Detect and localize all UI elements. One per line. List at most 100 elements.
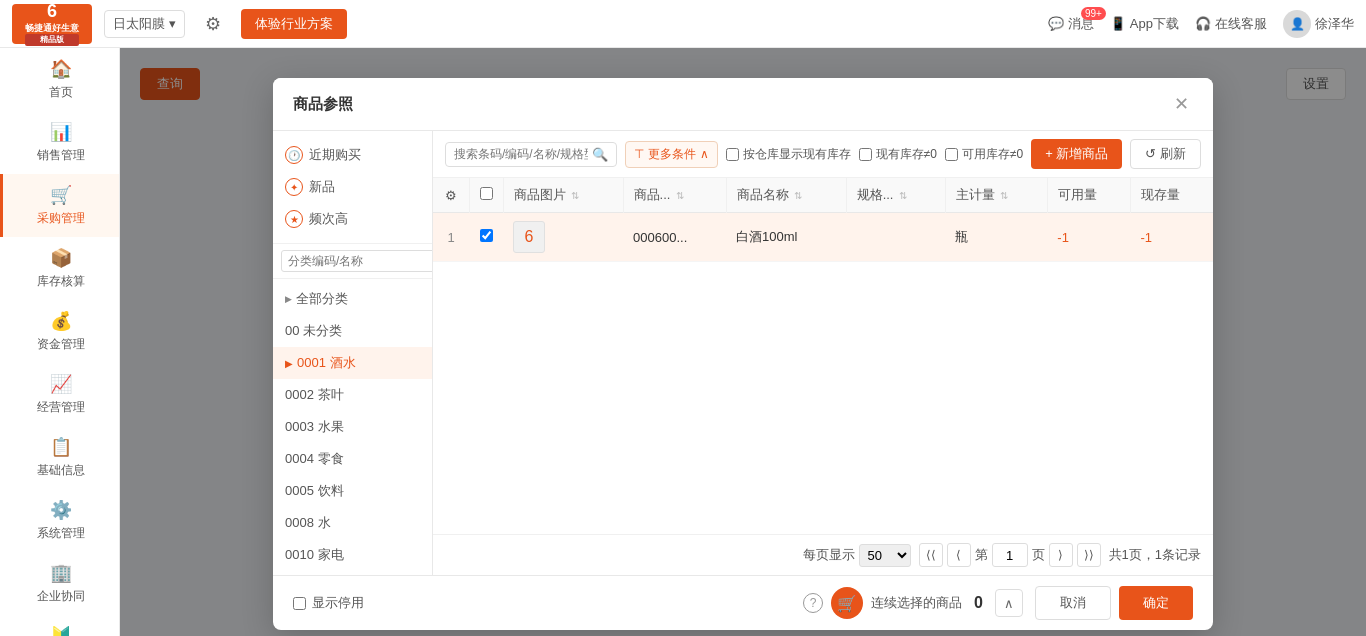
confirm-button[interactable]: 确定	[1119, 586, 1193, 620]
messages-nav-item[interactable]: 💬 消息 99+	[1048, 15, 1094, 33]
category-label-0001: 0001 酒水	[297, 354, 356, 372]
category-item-00[interactable]: 00 未分类	[273, 315, 432, 347]
phone-icon: 📱	[1110, 16, 1126, 31]
page-size-label: 每页显示	[803, 546, 855, 564]
sidebar-label-system: 系统管理	[37, 525, 85, 542]
sales-icon: 📊	[50, 121, 72, 143]
category-label-0002: 0002 茶叶	[285, 386, 344, 404]
quick-item-frequent[interactable]: ★ 频次高	[273, 203, 432, 235]
category-panel: 🕐 近期购买 ✦ 新品 ★ 频次高	[273, 131, 433, 575]
th-unit: 主计量 ⇅	[945, 178, 1047, 213]
warehouse-checkbox[interactable]	[726, 148, 739, 161]
current-stock-checkbox[interactable]	[859, 148, 872, 161]
collapse-button[interactable]: ∧	[995, 589, 1023, 617]
available-stock-filter[interactable]: 可用库存≠0	[945, 146, 1023, 163]
product-panel: 🔍 ⊤ 更多条件 ∧ 按仓库显示现有库存	[433, 131, 1213, 575]
page-size-dropdown[interactable]: 50 100 200	[859, 544, 911, 567]
category-item-all[interactable]: ▶ 全部分类	[273, 283, 432, 315]
category-item-0003[interactable]: 0003 水果	[273, 411, 432, 443]
filter-more-button[interactable]: ⊤ 更多条件 ∧	[625, 141, 718, 168]
table-row[interactable]: 1 6	[433, 213, 1213, 262]
th-image: 商品图片 ⇅	[503, 178, 623, 213]
sidebar-item-purchase[interactable]: 🛒 采购管理	[0, 174, 119, 237]
refresh-button[interactable]: ↺ 刷新	[1130, 139, 1201, 169]
settings-icon[interactable]: ⚙	[197, 8, 229, 40]
messages-badge: 99+	[1081, 7, 1106, 20]
category-label-all: 全部分类	[296, 290, 348, 308]
show-disabled-checkbox[interactable]	[293, 597, 306, 610]
sidebar-item-sales[interactable]: 📊 销售管理	[0, 111, 119, 174]
product-search-input[interactable]	[454, 147, 588, 161]
quick-item-recent[interactable]: 🕐 近期购买	[273, 139, 432, 171]
category-item-0008[interactable]: 0008 水	[273, 507, 432, 539]
app-sub: 精品版	[25, 34, 79, 46]
page-last-button[interactable]: ⟩⟩	[1077, 543, 1101, 567]
online-service-label: 在线客服	[1215, 15, 1267, 33]
cart-button[interactable]: 🛒	[831, 587, 863, 619]
online-service-nav-item[interactable]: 🎧 在线客服	[1195, 15, 1267, 33]
sidebar-label-home: 首页	[49, 84, 73, 101]
page-number-input[interactable]	[992, 543, 1028, 567]
company-dropdown[interactable]: 日太阳膜 ▾	[104, 10, 185, 38]
user-menu[interactable]: 👤 徐泽华	[1283, 10, 1354, 38]
finance-icon: 💰	[50, 310, 72, 332]
category-label-0005: 0005 饮料	[285, 482, 344, 500]
sidebar-item-enterprise[interactable]: 🏢 企业协同	[0, 552, 119, 615]
sidebar-label-finance: 资金管理	[37, 336, 85, 353]
td-name: 白酒100ml	[726, 213, 846, 262]
recent-icon: 🕐	[285, 146, 303, 164]
category-search-input[interactable]	[281, 250, 433, 272]
sidebar-item-operations[interactable]: 📈 经营管理	[0, 363, 119, 426]
sidebar-item-home[interactable]: 🏠 首页	[0, 48, 119, 111]
app-download-nav-item[interactable]: 📱 App下载	[1110, 15, 1179, 33]
help-icon[interactable]: ?	[803, 593, 823, 613]
category-item-0001[interactable]: ▶ 0001 酒水	[273, 347, 432, 379]
category-item-0004[interactable]: 0004 零食	[273, 443, 432, 475]
th-spec: 规格... ⇅	[846, 178, 945, 213]
page-first-button[interactable]: ⟨⟨	[919, 543, 943, 567]
table-header-row: ⚙ 商品图片 ⇅	[433, 178, 1213, 213]
category-item-0005[interactable]: 0005 饮料	[273, 475, 432, 507]
row-checkbox[interactable]	[480, 229, 493, 242]
th-name: 商品名称 ⇅	[726, 178, 846, 213]
modal-footer: 显示停用 ? 🛒 连续选择的商品 0 ∧ 取消 确定	[273, 575, 1213, 630]
logo-char: 6	[25, 1, 79, 23]
select-all-checkbox[interactable]	[480, 187, 493, 200]
quick-access-section: 🕐 近期购买 ✦ 新品 ★ 频次高	[273, 131, 432, 244]
product-toolbar: 🔍 ⊤ 更多条件 ∧ 按仓库显示现有库存	[433, 131, 1213, 178]
quick-item-new[interactable]: ✦ 新品	[273, 171, 432, 203]
cart-label: 连续选择的商品	[871, 594, 962, 612]
category-item-0002[interactable]: 0002 茶叶	[273, 379, 432, 411]
show-disabled-text: 显示停用	[312, 594, 364, 612]
current-stock-filter[interactable]: 现有库存≠0	[859, 146, 937, 163]
page-prefix: 第	[975, 546, 988, 564]
category-item-0010[interactable]: 0010 家电	[273, 539, 432, 571]
experience-button[interactable]: 体验行业方案	[241, 9, 347, 39]
sidebar-item-inventory[interactable]: 📦 库存核算	[0, 237, 119, 300]
page-next-button[interactable]: ⟩	[1049, 543, 1073, 567]
available-stock-checkbox[interactable]	[945, 148, 958, 161]
modal-body: 🕐 近期购买 ✦ 新品 ★ 频次高	[273, 131, 1213, 575]
sidebar-item-basic[interactable]: 📋 基础信息	[0, 426, 119, 489]
available-stock-label: 可用库存≠0	[962, 146, 1023, 163]
cancel-button[interactable]: 取消	[1035, 586, 1111, 620]
page-prev-button[interactable]: ⟨	[947, 543, 971, 567]
warehouse-filter[interactable]: 按仓库显示现有库存	[726, 146, 851, 163]
purchase-icon: 🛒	[50, 184, 72, 206]
sidebar: 🏠 首页 📊 销售管理 🛒 采购管理 📦 库存核算 💰 资金管理 📈 经营管理 …	[0, 48, 120, 636]
th-checkbox	[469, 178, 503, 213]
sidebar-label-basic: 基础信息	[37, 462, 85, 479]
sidebar-item-system[interactable]: ⚙️ 系统管理	[0, 489, 119, 552]
td-checkbox	[469, 213, 503, 262]
sidebar-item-finance[interactable]: 💰 资金管理	[0, 300, 119, 363]
th-settings[interactable]: ⚙	[433, 178, 469, 213]
basic-icon: 📋	[50, 436, 72, 458]
current-stock-label: 现有库存≠0	[876, 146, 937, 163]
frequent-icon: ★	[285, 210, 303, 228]
sidebar-item-guide[interactable]: 🔰 新手引导	[0, 615, 119, 636]
add-product-button[interactable]: + 新增商品	[1031, 139, 1122, 169]
sidebar-label-operations: 经营管理	[37, 399, 85, 416]
arrow-right-icon: ▶	[285, 358, 293, 369]
modal-close-button[interactable]: ✕	[1169, 92, 1193, 116]
show-disabled-label[interactable]: 显示停用	[293, 594, 364, 612]
